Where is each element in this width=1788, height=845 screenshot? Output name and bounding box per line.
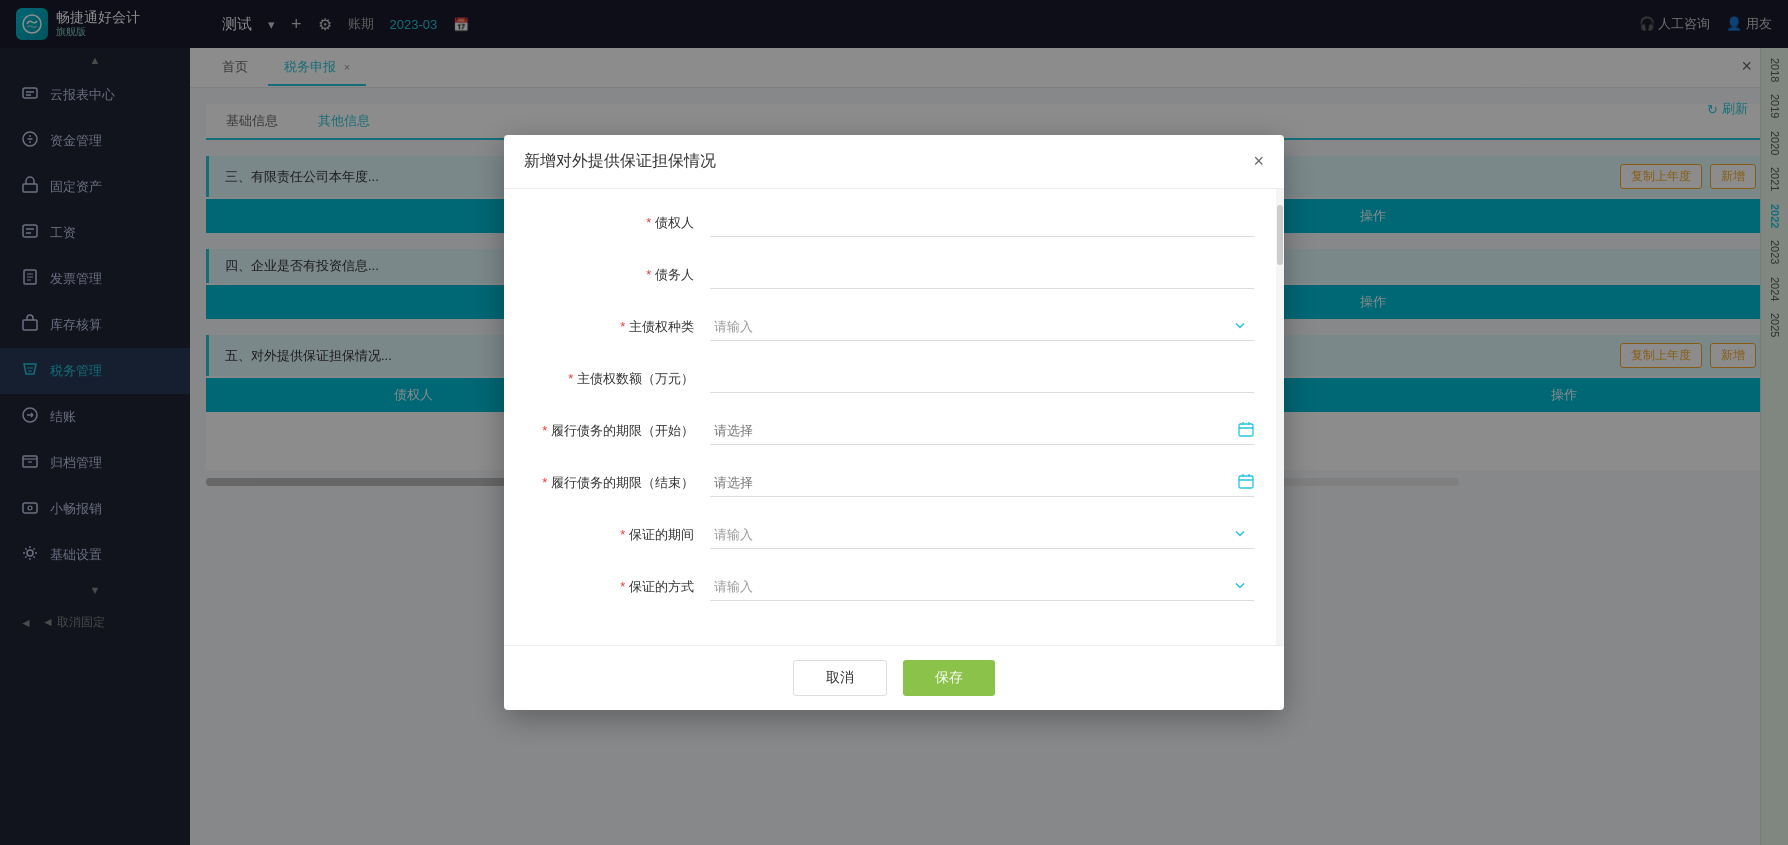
- obligation-end-label: * 履行债务的期限（结束）: [534, 474, 694, 492]
- form-row-creditor: * 债权人: [534, 209, 1254, 237]
- credit-amount-required-mark: *: [568, 371, 573, 386]
- dialog-body: * 债权人 * 债务人 * 主债权种类: [504, 189, 1284, 645]
- modal-overlay: 新增对外提供保证担保情况 × * 债权人 * 债务人: [0, 0, 1788, 845]
- form-row-obligation-end: * 履行债务的期限（结束）: [534, 469, 1254, 497]
- dialog-header: 新增对外提供保证担保情况 ×: [504, 135, 1284, 189]
- guarantee-period-select-wrapper: 请输入: [710, 521, 1254, 549]
- obligation-start-input[interactable]: [710, 417, 1238, 444]
- obligation-start-date-wrapper: [710, 417, 1254, 445]
- guarantee-method-select-wrapper: 请输入: [710, 573, 1254, 601]
- credit-amount-label: * 主债权数额（万元）: [534, 370, 694, 388]
- guarantee-method-label-text: 保证的方式: [629, 579, 694, 594]
- guarantee-method-label: * 保证的方式: [534, 578, 694, 596]
- credit-type-select[interactable]: 请输入: [710, 313, 1254, 340]
- debtor-label-text: 债务人: [655, 267, 694, 282]
- dialog-scrollbar-track: [1276, 189, 1284, 645]
- creditor-label: * 债权人: [534, 214, 694, 232]
- obligation-start-required-mark: *: [542, 423, 547, 438]
- form-row-debtor: * 债务人: [534, 261, 1254, 289]
- dialog-scrollbar-thumb: [1277, 205, 1283, 265]
- obligation-end-label-text: 履行债务的期限（结束）: [551, 475, 694, 490]
- guarantee-period-label: * 保证的期间: [534, 526, 694, 544]
- dialog: 新增对外提供保证担保情况 × * 债权人 * 债务人: [504, 135, 1284, 710]
- obligation-end-date-wrapper: [710, 469, 1254, 497]
- creditor-required-mark: *: [646, 215, 651, 230]
- form-row-guarantee-period: * 保证的期间 请输入: [534, 521, 1254, 549]
- save-button[interactable]: 保存: [903, 660, 995, 696]
- debtor-input[interactable]: [710, 261, 1254, 289]
- dialog-title: 新增对外提供保证担保情况: [524, 151, 716, 172]
- guarantee-method-required-mark: *: [620, 579, 625, 594]
- form-row-credit-type: * 主债权种类 请输入: [534, 313, 1254, 341]
- form-row-obligation-start: * 履行债务的期限（开始）: [534, 417, 1254, 445]
- credit-type-label-text: 主债权种类: [629, 319, 694, 334]
- obligation-start-label: * 履行债务的期限（开始）: [534, 422, 694, 440]
- form-row-guarantee-method: * 保证的方式 请输入: [534, 573, 1254, 601]
- obligation-start-calendar-icon[interactable]: [1238, 421, 1254, 440]
- guarantee-period-select[interactable]: 请输入: [710, 521, 1254, 548]
- obligation-start-label-text: 履行债务的期限（开始）: [551, 423, 694, 438]
- obligation-end-calendar-icon[interactable]: [1238, 473, 1254, 492]
- cancel-button[interactable]: 取消: [793, 660, 887, 696]
- guarantee-period-label-text: 保证的期间: [629, 527, 694, 542]
- debtor-label: * 债务人: [534, 266, 694, 284]
- credit-type-select-wrapper: 请输入: [710, 313, 1254, 341]
- credit-type-label: * 主债权种类: [534, 318, 694, 336]
- credit-amount-input[interactable]: [710, 365, 1254, 393]
- svg-rect-13: [1239, 476, 1253, 488]
- credit-type-required-mark: *: [620, 319, 625, 334]
- obligation-end-input[interactable]: [710, 469, 1238, 496]
- debtor-required-mark: *: [646, 267, 651, 282]
- obligation-end-required-mark: *: [542, 475, 547, 490]
- creditor-label-text: 债权人: [655, 215, 694, 230]
- guarantee-method-select[interactable]: 请输入: [710, 573, 1254, 600]
- form-row-credit-amount: * 主债权数额（万元）: [534, 365, 1254, 393]
- dialog-close-button[interactable]: ×: [1253, 151, 1264, 172]
- credit-amount-label-text: 主债权数额（万元）: [577, 371, 694, 386]
- creditor-input[interactable]: [710, 209, 1254, 237]
- guarantee-period-required-mark: *: [620, 527, 625, 542]
- svg-rect-12: [1239, 424, 1253, 436]
- dialog-footer: 取消 保存: [504, 645, 1284, 710]
